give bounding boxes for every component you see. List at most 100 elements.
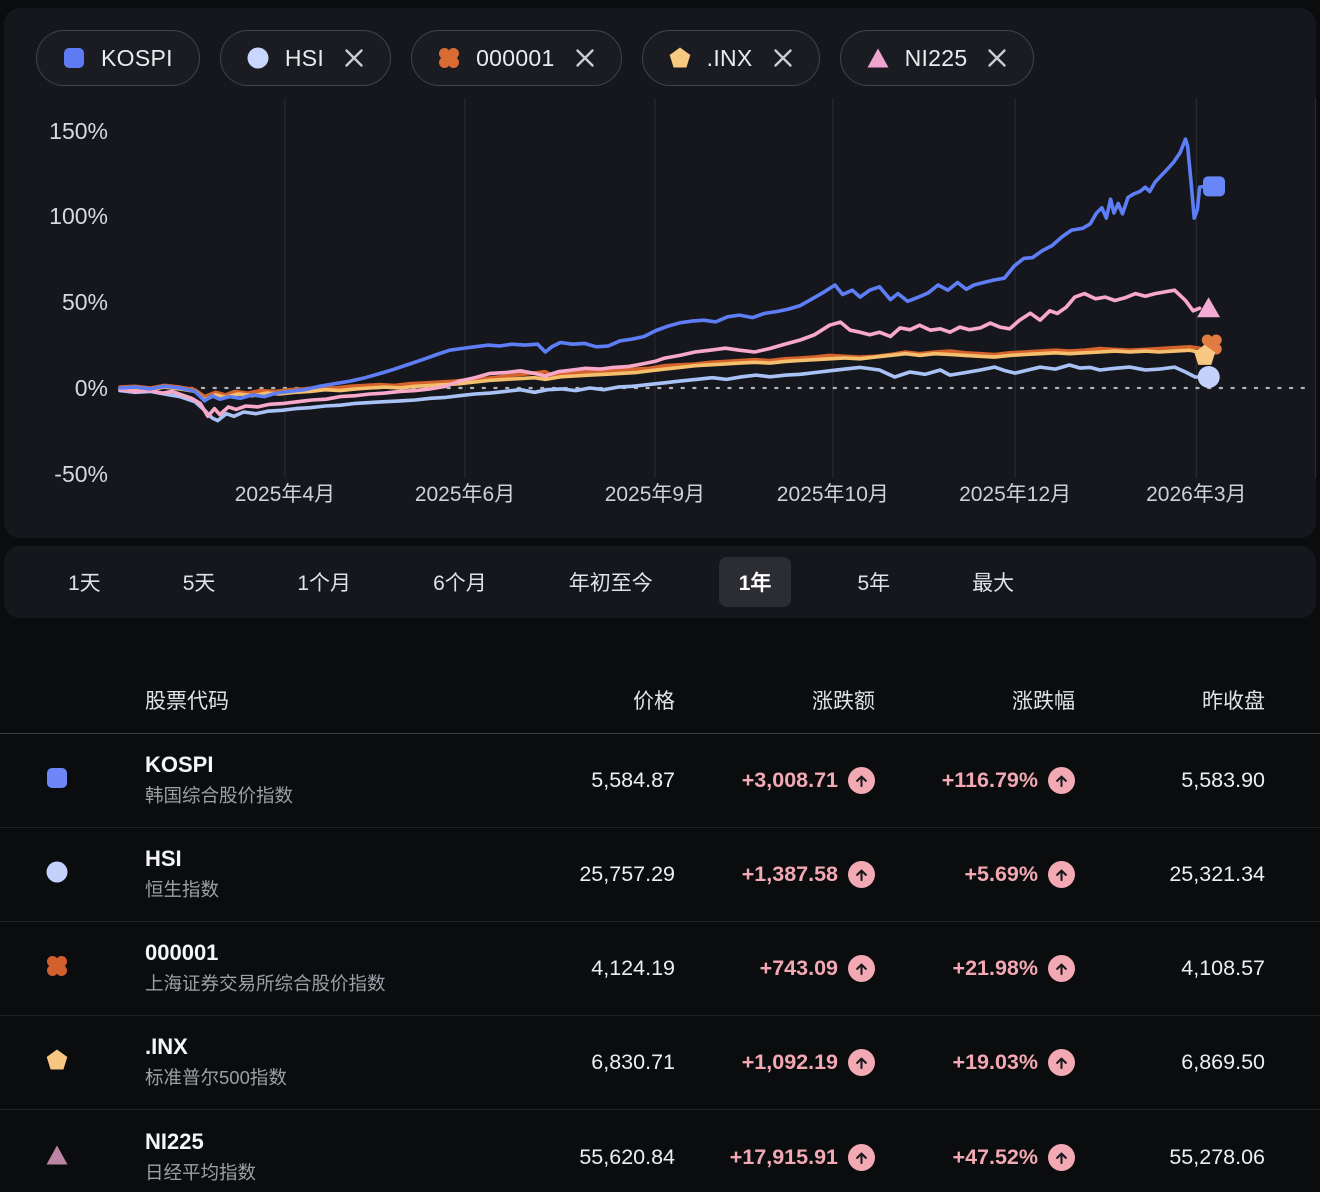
header-change: 涨跌额	[675, 685, 875, 715]
header-prev-close: 昨收盘	[1075, 685, 1265, 715]
range-1年[interactable]: 1年	[719, 557, 792, 607]
prev-close-cell: 25,321.34	[1075, 862, 1265, 887]
symbol: KOSPI	[145, 754, 475, 776]
chip-HSI[interactable]: HSI	[220, 30, 391, 86]
price-cell: 4,124.19	[475, 956, 675, 981]
prev-close-cell: 5,583.90	[1075, 768, 1265, 793]
table-body: KOSPI韩国综合股价指数5,584.87+3,008.71+116.79%5,…	[0, 734, 1320, 1192]
y-axis-tick: 0%	[22, 374, 108, 402]
x-axis-tick: 2025年10月	[743, 482, 923, 508]
header-symbol: 股票代码	[145, 685, 475, 715]
change-value: +19.03%	[953, 1050, 1038, 1075]
table-header-row: 股票代码 价格 涨跌额 涨跌幅 昨收盘	[0, 666, 1320, 734]
x-axis-tick: 2026年3月	[1106, 482, 1286, 508]
symbol-cell: 000001上海证券交易所综合股价指数	[145, 942, 475, 994]
close-icon[interactable]	[773, 48, 793, 68]
up-arrow-icon	[1048, 1144, 1075, 1171]
change-value: +1,387.58	[742, 862, 838, 887]
index-name: 上海证券交易所综合股价指数	[145, 973, 475, 994]
symbol-cell: KOSPI 韩国综合股价指数	[145, 754, 475, 806]
range-5天[interactable]: 5天	[167, 557, 232, 607]
table-row-HSI[interactable]: HSI 恒生指数25,757.29 +1,387.58 +5.69%25,321.34	[0, 828, 1320, 922]
up-arrow-icon	[848, 1144, 875, 1171]
table-row-NI225[interactable]: NI225日经平均指数55,620.84 +17,915.91 +47.52% 55,…	[0, 1110, 1320, 1192]
chip-KOSPI[interactable]: KOSPI	[36, 30, 200, 86]
prev-close-cell: 6,869.50	[1075, 1050, 1265, 1075]
change-value: +21.98%	[953, 956, 1038, 981]
time-range-card: 1天 5天 1个月 6个月年初至今 1年 5年最大	[4, 546, 1316, 618]
range-1个月[interactable]: 1个月	[281, 557, 367, 607]
index-name: 日经平均指数	[145, 1162, 475, 1183]
price-cell: 25,757.29	[475, 862, 675, 887]
change-pct-cell: +47.52%	[875, 1144, 1075, 1171]
change-value: +47.52%	[953, 1145, 1038, 1170]
change-value: +116.79%	[942, 768, 1038, 793]
range-1天[interactable]: 1天	[52, 557, 117, 607]
chip-NI225[interactable]: NI225	[840, 30, 1035, 86]
quotes-table: 股票代码 价格 涨跌额 涨跌幅 昨收盘 KOSPI韩国综合股价指数5,584.8…	[0, 666, 1320, 1192]
change-cell: +1,092.19	[675, 1049, 875, 1076]
chip-label: 000001	[476, 45, 555, 72]
y-axis-tick: 50%	[22, 288, 108, 316]
chip-label: HSI	[285, 45, 324, 72]
change-value: +3,008.71	[742, 768, 838, 793]
index-name: 标准普尔500指数	[145, 1067, 475, 1088]
symbol: HSI	[145, 848, 475, 870]
x-axis-tick: 2025年6月	[375, 482, 555, 508]
x-axis-tick: 2025年4月	[195, 482, 375, 508]
change-value: +1,092.19	[742, 1050, 838, 1075]
range-6个月[interactable]: 6个月	[417, 557, 503, 607]
prev-close-cell: 4,108.57	[1075, 956, 1265, 981]
change-pct-cell: +21.98%	[875, 955, 1075, 982]
table-row-KOSPI[interactable]: KOSPI韩国综合股价指数5,584.87+3,008.71+116.79%5,…	[0, 734, 1320, 828]
close-icon[interactable]	[575, 48, 595, 68]
change-cell: +1,387.58	[675, 861, 875, 888]
pentagon-icon	[40, 1049, 145, 1076]
y-axis-tick: 100%	[22, 202, 108, 230]
change-value: +17,915.91	[730, 1145, 838, 1170]
up-arrow-icon	[848, 767, 875, 794]
y-axis-tick: -50%	[22, 460, 108, 488]
price-cell: 55,620.84	[475, 1145, 675, 1170]
index-name: 韩国综合股价指数	[145, 785, 475, 806]
chip-000001[interactable]: 000001	[411, 30, 622, 86]
up-arrow-icon	[1048, 861, 1075, 888]
change-pct-cell: +116.79%	[875, 767, 1075, 794]
close-icon[interactable]	[987, 48, 1007, 68]
table-row-000001[interactable]: 000001上海证券交易所综合股价指数4,124.19 +743.09 +21.98…	[0, 922, 1320, 1016]
change-pct-cell: +5.69%	[875, 861, 1075, 888]
chip-label: .INX	[707, 45, 753, 72]
range-最大[interactable]: 最大	[956, 557, 1030, 607]
table-row-.INX[interactable]: .INX 标准普尔500指数6,830.71 +1,092.19 +19.03% 6,8…	[0, 1016, 1320, 1110]
clover-icon	[438, 47, 460, 69]
triangle-icon	[867, 47, 889, 69]
circle-icon	[247, 47, 269, 69]
change-value: +743.09	[760, 956, 838, 981]
change-cell: +743.09	[675, 955, 875, 982]
change-cell: +3,008.71	[675, 767, 875, 794]
price-cell: 6,830.71	[475, 1050, 675, 1075]
triangle-icon	[40, 1144, 145, 1171]
up-arrow-icon	[848, 955, 875, 982]
symbol-cell: HSI 恒生指数	[145, 848, 475, 900]
change-cell: +17,915.91	[675, 1144, 875, 1171]
range-年初至今[interactable]: 年初至今	[553, 557, 669, 607]
chip-label: KOSPI	[101, 45, 173, 72]
pentagon-icon	[669, 47, 691, 69]
chip-.INX[interactable]: .INX	[642, 30, 820, 86]
clover-icon	[40, 955, 145, 982]
index-name: 恒生指数	[145, 879, 475, 900]
prev-close-cell: 55,278.06	[1075, 1145, 1265, 1170]
up-arrow-icon	[848, 861, 875, 888]
header-price: 价格	[475, 685, 675, 715]
up-arrow-icon	[1048, 955, 1075, 982]
up-arrow-icon	[1048, 1049, 1075, 1076]
range-5年[interactable]: 5年	[841, 557, 906, 607]
square-icon	[40, 767, 145, 794]
symbol-cell: NI225日经平均指数	[145, 1131, 475, 1183]
header-change-pct: 涨跌幅	[875, 685, 1075, 715]
square-icon	[63, 47, 85, 69]
close-icon[interactable]	[344, 48, 364, 68]
x-axis-tick: 2025年12月	[925, 482, 1105, 508]
symbol: .INX	[145, 1036, 475, 1058]
